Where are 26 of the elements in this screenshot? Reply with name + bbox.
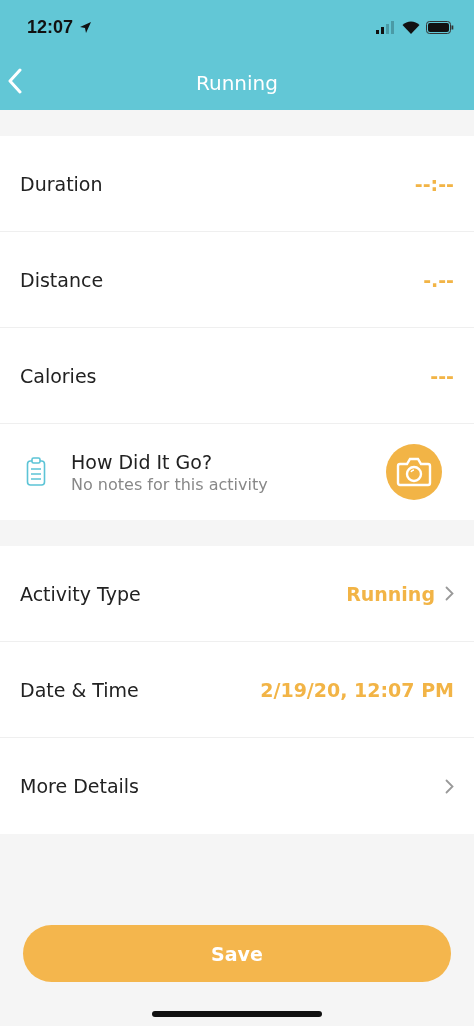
clipboard-icon: [26, 457, 46, 487]
detail-row[interactable]: Activity Type Running: [0, 546, 474, 642]
wifi-icon: [402, 21, 420, 34]
camera-button[interactable]: [386, 444, 442, 500]
metric-value: -.--: [423, 268, 454, 291]
notes-subtitle: No notes for this activity: [71, 474, 268, 494]
signal-icon: [376, 21, 396, 34]
battery-icon: [426, 21, 454, 34]
notes-title: How Did It Go?: [71, 450, 213, 473]
detail-label: Activity Type: [20, 582, 142, 605]
detail-value: 2/19/20, 12:07 PM: [260, 678, 454, 701]
camera-icon: [396, 457, 432, 487]
screen-title: Running: [196, 70, 278, 95]
metric-label: Calories: [20, 364, 98, 387]
detail-row[interactable]: Date & Time 2/19/20, 12:07 PM: [0, 642, 474, 738]
metric-label: Duration: [20, 172, 104, 195]
detail-value: Running: [346, 582, 435, 605]
status-time: 12:07: [27, 17, 74, 38]
metric-value: --:--: [414, 172, 454, 195]
detail-label: More Details: [20, 775, 140, 797]
detail-row[interactable]: More Details: [0, 738, 474, 834]
detail-label: Date & Time: [20, 678, 140, 701]
metric-value: ---: [430, 364, 454, 387]
back-button[interactable]: [8, 68, 22, 94]
location-arrow-icon: [79, 21, 93, 34]
metric-label: Distance: [20, 268, 105, 291]
